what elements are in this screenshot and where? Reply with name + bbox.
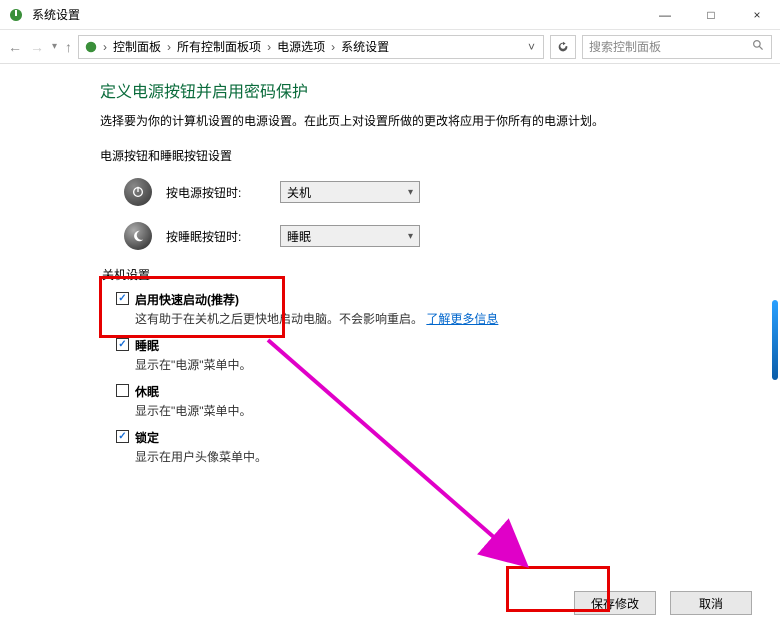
chevron-right-icon[interactable]: › bbox=[329, 40, 337, 54]
breadcrumb-item[interactable]: 所有控制面板项 bbox=[175, 38, 263, 55]
chevron-right-icon[interactable]: › bbox=[165, 40, 173, 54]
forward-button[interactable]: → bbox=[30, 39, 44, 55]
sleep-button-select[interactable]: 睡眠 ▾ bbox=[280, 225, 420, 247]
search-icon bbox=[752, 39, 765, 55]
up-button[interactable]: ↑ bbox=[65, 39, 72, 55]
window-controls: — □ × bbox=[642, 0, 780, 30]
address-bar: ← → ▾ ↑ › 控制面板 › 所有控制面板项 › 电源选项 › 系统设置 ˅… bbox=[0, 30, 780, 64]
select-value: 关机 bbox=[287, 184, 311, 201]
sleep-button-row: 按睡眠按钮时: 睡眠 ▾ bbox=[124, 222, 760, 250]
window-title: 系统设置 bbox=[32, 6, 642, 23]
lock-option-desc: 显示在用户头像菜单中。 bbox=[135, 448, 760, 465]
select-value: 睡眠 bbox=[287, 228, 311, 245]
breadcrumb-item[interactable]: 控制面板 bbox=[111, 38, 163, 55]
minimize-button[interactable]: — bbox=[642, 0, 688, 30]
sleep-icon bbox=[124, 222, 152, 250]
title-bar: 系统设置 — □ × bbox=[0, 0, 780, 30]
fast-startup-label: 启用快速启动(推荐) bbox=[135, 291, 239, 308]
lock-option-label: 锁定 bbox=[135, 429, 159, 446]
lock-checkbox[interactable] bbox=[116, 430, 129, 443]
fast-startup-checkbox[interactable] bbox=[116, 292, 129, 305]
page-title: 定义电源按钮并启用密码保护 bbox=[100, 78, 760, 102]
sleep-checkbox[interactable] bbox=[116, 338, 129, 351]
chevron-down-icon: ▾ bbox=[408, 187, 413, 198]
hibernate-option-desc: 显示在"电源"菜单中。 bbox=[135, 402, 760, 419]
power-button-label: 按电源按钮时: bbox=[166, 184, 266, 201]
fast-startup-desc: 这有助于在关机之后更快地启动电脑。不会影响重启。 了解更多信息 bbox=[135, 310, 760, 327]
chevron-down-icon: ▾ bbox=[408, 231, 413, 242]
recent-dropdown[interactable]: ▾ bbox=[52, 41, 57, 52]
power-options-icon bbox=[83, 39, 99, 55]
back-button[interactable]: ← bbox=[8, 39, 22, 55]
maximize-button[interactable]: □ bbox=[688, 0, 734, 30]
breadcrumb-item[interactable]: 电源选项 bbox=[275, 38, 327, 55]
hibernate-checkbox[interactable] bbox=[116, 384, 129, 397]
scrollbar[interactable] bbox=[772, 300, 778, 380]
hibernate-option: 休眠 bbox=[116, 383, 760, 400]
close-button[interactable]: × bbox=[734, 0, 780, 30]
learn-more-link[interactable]: 了解更多信息 bbox=[426, 312, 498, 326]
power-button-row: 按电源按钮时: 关机 ▾ bbox=[124, 178, 760, 206]
fast-startup-option: 启用快速启动(推荐) bbox=[116, 291, 760, 308]
sleep-option-desc: 显示在"电源"菜单中。 bbox=[135, 356, 760, 373]
cancel-button[interactable]: 取消 bbox=[670, 591, 752, 615]
power-options-icon bbox=[8, 7, 24, 23]
breadcrumb-item[interactable]: 系统设置 bbox=[339, 38, 391, 55]
search-input[interactable]: 搜索控制面板 bbox=[582, 35, 772, 59]
power-icon bbox=[124, 178, 152, 206]
lock-option: 锁定 bbox=[116, 429, 760, 446]
breadcrumb-dropdown[interactable]: ˅ bbox=[524, 40, 539, 54]
sleep-button-label: 按睡眠按钮时: bbox=[166, 228, 266, 245]
footer: 保存修改 取消 bbox=[0, 580, 780, 626]
search-placeholder: 搜索控制面板 bbox=[589, 38, 752, 55]
save-button[interactable]: 保存修改 bbox=[574, 591, 656, 615]
sleep-option: 睡眠 bbox=[116, 337, 760, 354]
shutdown-settings-header: 关机设置 bbox=[100, 266, 760, 283]
content-area: 定义电源按钮并启用密码保护 选择要为你的计算机设置的电源设置。在此页上对设置所做… bbox=[0, 64, 780, 578]
page-description: 选择要为你的计算机设置的电源设置。在此页上对设置所做的更改将应用于你所有的电源计… bbox=[100, 112, 760, 129]
chevron-right-icon[interactable]: › bbox=[265, 40, 273, 54]
hibernate-option-label: 休眠 bbox=[135, 383, 159, 400]
chevron-right-icon[interactable]: › bbox=[101, 40, 109, 54]
refresh-button[interactable] bbox=[550, 35, 576, 59]
sleep-option-label: 睡眠 bbox=[135, 337, 159, 354]
power-button-select[interactable]: 关机 ▾ bbox=[280, 181, 420, 203]
breadcrumb[interactable]: › 控制面板 › 所有控制面板项 › 电源选项 › 系统设置 ˅ bbox=[78, 35, 544, 59]
section-header: 电源按钮和睡眠按钮设置 bbox=[100, 147, 760, 164]
